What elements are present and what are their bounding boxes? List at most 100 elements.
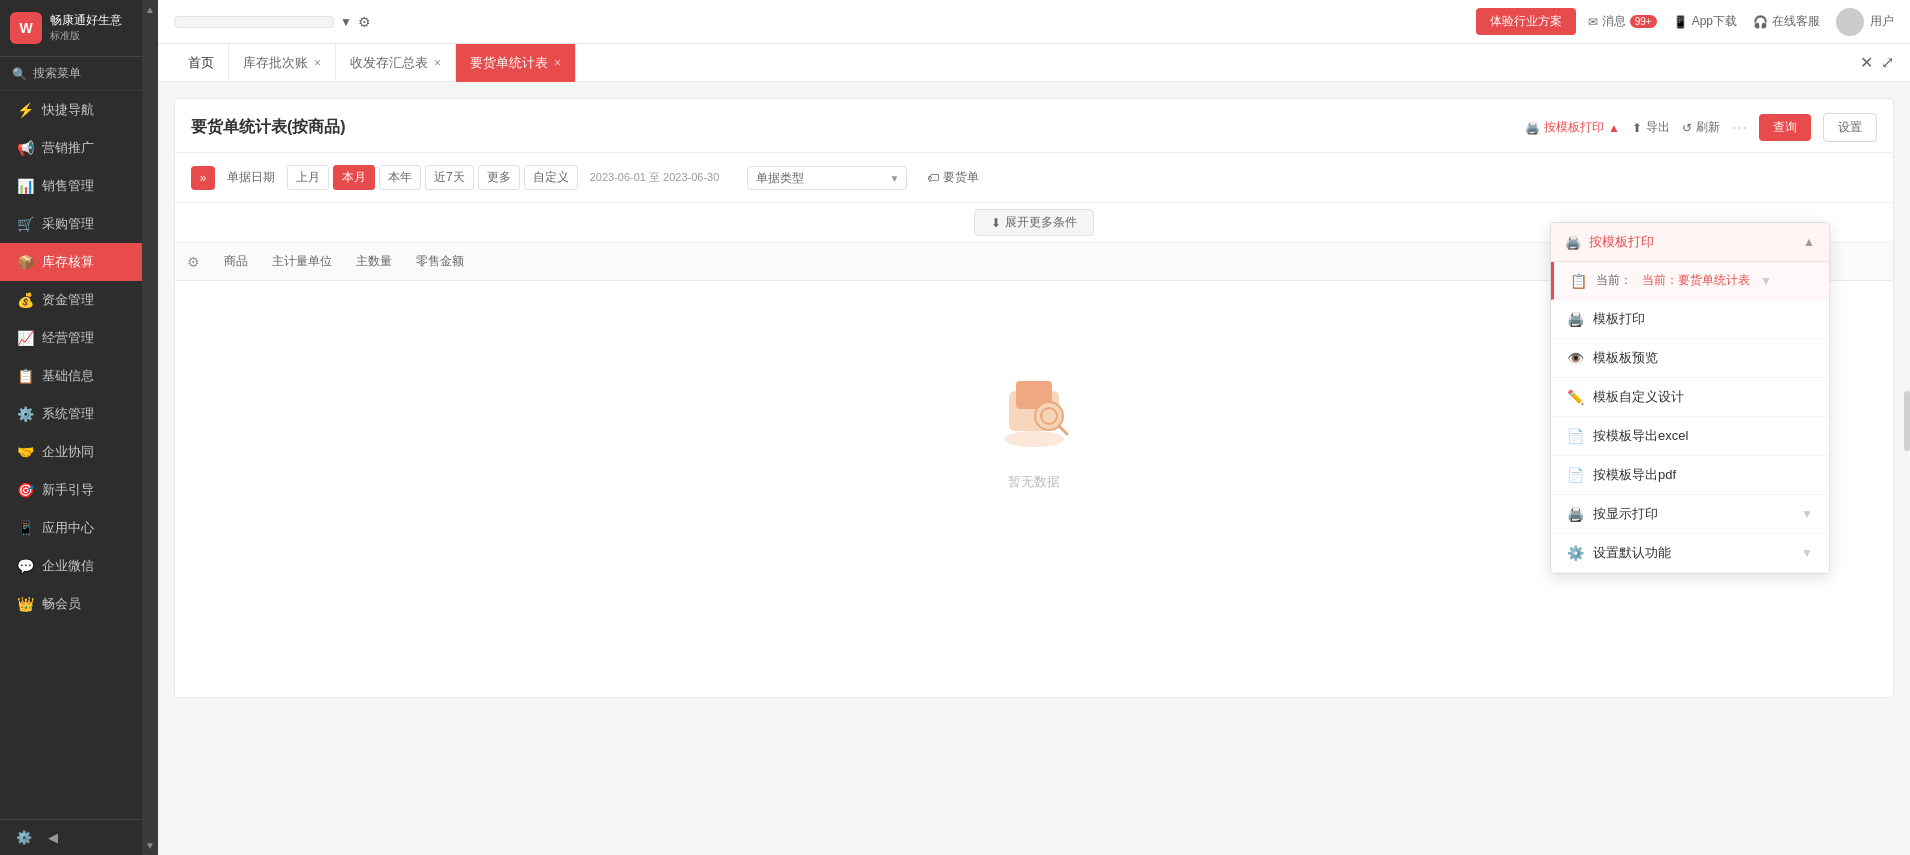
sales-icon: 📊: [16, 178, 34, 194]
topbar-gear-icon[interactable]: ⚙: [358, 14, 371, 30]
industry-btn[interactable]: 体验行业方案: [1476, 8, 1576, 35]
sidebar-search-menu[interactable]: 🔍 搜索菜单: [0, 57, 142, 91]
membership-icon: 👑: [16, 596, 34, 612]
print-dropdown-header[interactable]: 🖨️ 按模板打印 ▲: [1551, 223, 1829, 262]
sidebar-item-quick-nav[interactable]: ⚡ 快捷导航: [0, 91, 142, 129]
app-download-btn[interactable]: 📱 App下载: [1673, 13, 1737, 30]
dropdown-item-default-func[interactable]: ⚙️ 设置默认功能 ▼: [1551, 534, 1829, 573]
filter-expand-btn[interactable]: »: [191, 166, 215, 190]
dropdown-item-export-excel[interactable]: 📄 按模板导出excel: [1551, 417, 1829, 456]
expand-tab-btn[interactable]: ⤢: [1881, 53, 1894, 72]
sidebar-item-wechat[interactable]: 💬 企业微信: [0, 547, 142, 585]
page-title: 要货单统计表(按商品): [191, 117, 346, 138]
operations-icon: 📈: [16, 330, 34, 346]
sidebar-item-system[interactable]: ⚙️ 系统管理: [0, 395, 142, 433]
messages-btn[interactable]: ✉ 消息 99+: [1588, 13, 1657, 30]
tabs-right-controls: ✕ ⤢: [1860, 53, 1894, 72]
tab-close-order-stats[interactable]: ×: [554, 56, 561, 70]
export-icon: ⬆: [1632, 121, 1642, 135]
sidebar-item-membership[interactable]: 👑 畅会员: [0, 585, 142, 623]
sidebar-item-operations[interactable]: 📈 经营管理: [0, 319, 142, 357]
print-btn[interactable]: 🖨️ 按模板打印 ▲: [1525, 119, 1620, 136]
print-dropdown: 🖨️ 按模板打印 ▲ 📋 当前： 当前：要货单统计表 ▼ 🖨️ 模板打印: [1550, 222, 1830, 574]
sidebar-item-inventory[interactable]: 📦 库存核算: [0, 243, 142, 281]
dropdown-item-display-print[interactable]: 🖨️ 按显示打印 ▼: [1551, 495, 1829, 534]
dropdown-item-export-pdf[interactable]: 📄 按模板导出pdf: [1551, 456, 1829, 495]
sidebar-nav: ⚡ 快捷导航 📢 营销推广 📊 销售管理 🛒 采购管理 📦 库存核算 💰 资金管…: [0, 91, 142, 819]
date-btn-custom[interactable]: 自定义: [524, 165, 578, 190]
tab-close-inventory-batch[interactable]: ×: [314, 56, 321, 70]
settings-btn[interactable]: 设置: [1823, 113, 1877, 142]
dropdown-item-template-preview[interactable]: 👁️ 模板板预览: [1551, 339, 1829, 378]
date-btn-more[interactable]: 更多: [478, 165, 520, 190]
print-icon: 🖨️: [1525, 121, 1540, 135]
tabs-bar: 首页 库存批次账 × 收发存汇总表 × 要货单统计表 × ✕ ⤢: [158, 44, 1910, 82]
sidebar-item-sales[interactable]: 📊 销售管理: [0, 167, 142, 205]
close-tab-btn[interactable]: ✕: [1860, 53, 1873, 72]
template-preview-icon: 👁️: [1567, 350, 1583, 366]
print-dropdown-header-right: ▲: [1803, 235, 1815, 249]
filter-bar: » 单据日期 上月 本月 本年 近7天 更多 自定义 2023-06-01 至 …: [175, 153, 1893, 203]
svg-rect-7: [1017, 401, 1031, 404]
scroll-down-btn[interactable]: ▼: [145, 840, 155, 851]
date-btn-this-year[interactable]: 本年: [379, 165, 421, 190]
sidebar-item-guide[interactable]: 🎯 新手引导: [0, 471, 142, 509]
extra-filter-tag: 🏷 要货单: [927, 169, 979, 186]
quick-nav-icon: ⚡: [16, 102, 34, 118]
table-col-product: 商品: [212, 243, 260, 281]
export-pdf-icon: 📄: [1567, 467, 1583, 483]
marketing-icon: 📢: [16, 140, 34, 156]
tab-home[interactable]: 首页: [174, 44, 229, 82]
sidebar-item-enterprise[interactable]: 🤝 企业协同: [0, 433, 142, 471]
default-func-icon: ⚙️: [1567, 545, 1583, 561]
table-col-amount: 零售金额: [404, 243, 476, 281]
sidebar-item-basic-info[interactable]: 📋 基础信息: [0, 357, 142, 395]
dropdown-item-template-design[interactable]: ✏️ 模板自定义设计: [1551, 378, 1829, 417]
scroll-up-btn[interactable]: ▲: [145, 4, 155, 15]
right-scrollbar[interactable]: [1904, 391, 1910, 451]
tab-close-receivable-summary[interactable]: ×: [434, 56, 441, 70]
type-filter-wrap: 单据类型: [747, 166, 907, 190]
template-design-icon: ✏️: [1567, 389, 1583, 405]
actions-more-icon[interactable]: ···: [1732, 117, 1747, 138]
type-filter-select[interactable]: 单据类型: [747, 166, 907, 190]
dropdown-item-template-print[interactable]: 🖨️ 模板打印: [1551, 300, 1829, 339]
topbar-right: ✉ 消息 99+ 📱 App下载 🎧 在线客服 用户: [1588, 8, 1894, 36]
svg-line-5: [1059, 426, 1067, 434]
svg-rect-6: [1017, 395, 1037, 398]
date-btn-this-month[interactable]: 本月: [333, 165, 375, 190]
expand-more-btn[interactable]: ⬇ 展开更多条件: [974, 209, 1094, 236]
table-col-settings[interactable]: ⚙: [175, 243, 212, 281]
display-print-icon: 🖨️: [1567, 506, 1583, 522]
tab-inventory-batch[interactable]: 库存批次账 ×: [229, 44, 336, 82]
content-area: 要货单统计表(按商品) 🖨️ 按模板打印 ▲ ⬆ 导出 ↺ 刷新: [158, 82, 1910, 855]
topbar-search-area: ▼ ⚙: [174, 14, 1464, 30]
date-btn-last-month[interactable]: 上月: [287, 165, 329, 190]
search-dropdown-btn[interactable]: ▼: [340, 15, 352, 29]
refresh-btn[interactable]: ↺ 刷新: [1682, 119, 1720, 136]
sidebar-item-finance[interactable]: 💰 资金管理: [0, 281, 142, 319]
date-btn-7days[interactable]: 近7天: [425, 165, 474, 190]
sidebar-item-purchase[interactable]: 🛒 采购管理: [0, 205, 142, 243]
topbar-search-input[interactable]: [174, 16, 334, 28]
extra-tag-icon: 🏷: [927, 171, 939, 185]
date-range-display: 2023-06-01 至 2023-06-30: [590, 170, 720, 185]
service-icon: 🎧: [1753, 15, 1768, 29]
settings-icon[interactable]: ⚙️: [16, 830, 32, 845]
sidebar-scrollbar[interactable]: ▲ ▼: [142, 0, 158, 855]
print-dropdown-arrow-icon: ▲: [1608, 121, 1620, 135]
col-settings-icon[interactable]: ⚙: [187, 254, 200, 270]
app-logo: W 畅康通好生意 标准版: [0, 0, 142, 57]
sidebar-item-app-center[interactable]: 📱 应用中心: [0, 509, 142, 547]
query-btn[interactable]: 查询: [1759, 114, 1811, 141]
online-service-btn[interactable]: 🎧 在线客服: [1753, 13, 1820, 30]
user-area[interactable]: 用户: [1836, 8, 1894, 36]
tab-receivable-summary[interactable]: 收发存汇总表 ×: [336, 44, 456, 82]
expand-more-icon: ⬇: [991, 216, 1001, 230]
sidebar-item-marketing[interactable]: 📢 营销推广: [0, 129, 142, 167]
finance-icon: 💰: [16, 292, 34, 308]
tab-order-stats[interactable]: 要货单统计表 ×: [456, 44, 576, 82]
print-dropdown-header-left: 🖨️ 按模板打印: [1565, 233, 1654, 251]
export-btn[interactable]: ⬆ 导出: [1632, 119, 1670, 136]
collapse-icon[interactable]: ◀: [48, 830, 58, 845]
